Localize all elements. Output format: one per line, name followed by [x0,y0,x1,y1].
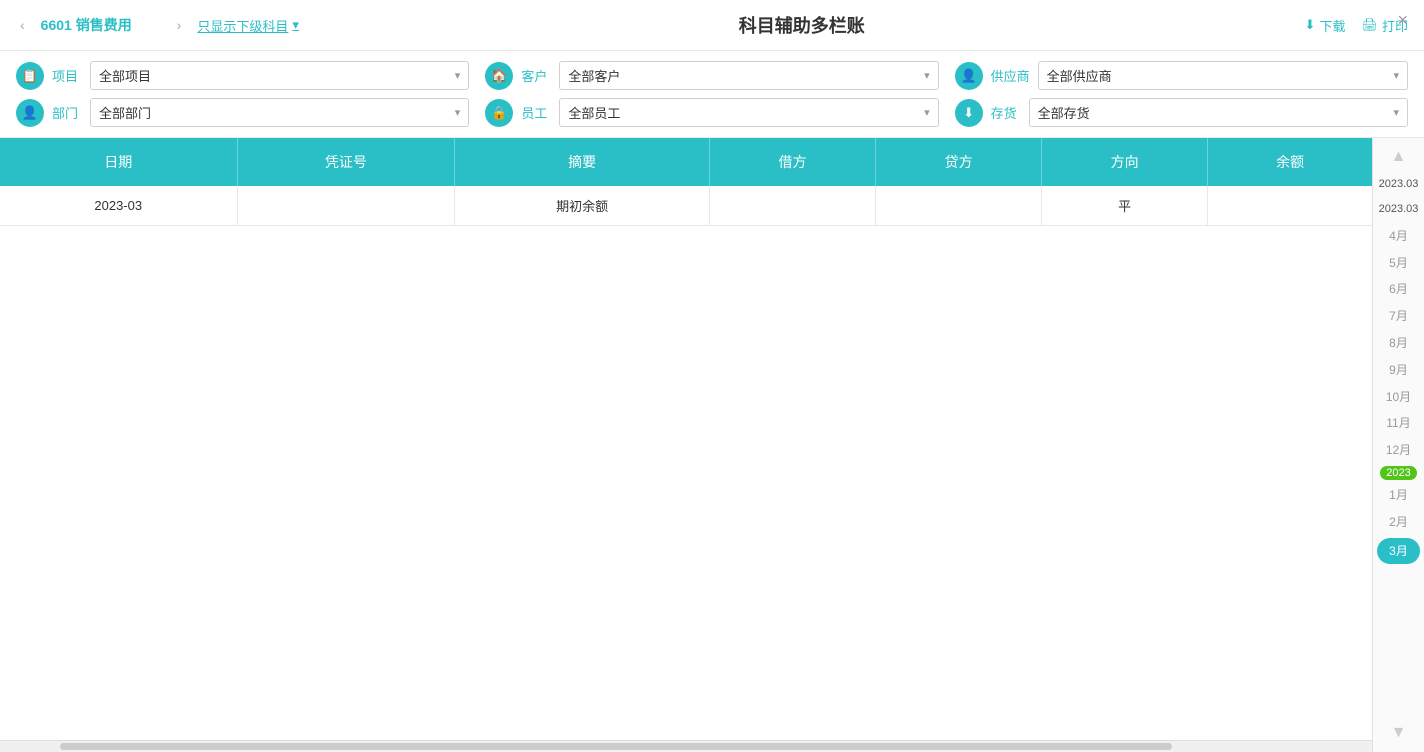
show-sub-button[interactable]: 只显示下级科目 ▾ [197,16,299,35]
col-debit: 借方 [709,138,875,186]
emp-dropdown-arrow: ▾ [924,106,930,119]
sidebar-down-arrow[interactable]: ▼ [1384,718,1414,748]
supplier-select[interactable]: 全部供应商 ▾ [1038,61,1408,90]
col-balance: 余额 [1208,138,1372,186]
show-sub-arrow-icon: ▾ [292,17,299,33]
sidebar-item-5月[interactable]: 5月 [1373,250,1424,277]
customer-label: 客户 [521,66,551,85]
sidebar-item-8月[interactable]: 8月 [1373,330,1424,357]
scrollbar-thumb [60,743,1172,750]
col-date: 日期 [0,138,237,186]
stock-filter-row: ⬇ 存货 全部存货 ▾ [955,98,1408,127]
cell-voucher [237,186,455,226]
dept-dropdown-arrow: ▾ [455,106,461,119]
col-direction: 方向 [1042,138,1208,186]
stock-select[interactable]: 全部存货 ▾ [1029,98,1408,127]
page-title: 科目辅助多栏账 [311,12,1293,38]
main-window: ‹ 6601 销售费用 › 只显示下级科目 ▾ 科目辅助多栏账 ⬇ 下载 🖨 打… [0,0,1424,752]
dept-label: 部门 [52,103,82,122]
sidebar-item-10月[interactable]: 10月 [1373,384,1424,411]
sidebar-item-3月[interactable]: 3月 [1377,538,1420,565]
supplier-filter-row: 👤 供应商 全部供应商 ▾ [955,61,1408,90]
data-table: 日期 凭证号 摘要 借方 贷方 方向 余额 2023-03 期初余额 平 [0,138,1372,226]
stock-icon: ⬇ [955,99,983,127]
project-value: 全部项目 [99,66,151,85]
supplier-label: 供应商 [991,66,1030,85]
supplier-dropdown-arrow: ▾ [1393,69,1399,82]
customer-value: 全部客户 [568,66,620,85]
sidebar-item-12月[interactable]: 12月 [1373,437,1424,464]
project-filter-row: 📋 项目 全部项目 ▾ [16,61,469,90]
cell-credit [876,186,1042,226]
col-voucher: 凭证号 [237,138,455,186]
project-dropdown-arrow: ▾ [455,69,461,82]
sidebar-item-11月[interactable]: 11月 [1373,410,1424,437]
download-label: 下载 [1319,16,1345,35]
cell-balance [1208,186,1372,226]
download-button[interactable]: ⬇ 下载 [1305,16,1346,35]
bottom-scrollbar[interactable] [0,740,1372,752]
account-label: 6601 销售费用 [41,15,161,35]
sidebar-item-4月[interactable]: 4月 [1373,223,1424,250]
dept-value: 全部部门 [99,103,151,122]
cell-direction: 平 [1042,186,1208,226]
supplier-value: 全部供应商 [1047,66,1112,85]
prev-arrow[interactable]: ‹ [16,15,29,35]
cell-date: 2023-03 [0,186,237,226]
project-label: 项目 [52,66,82,85]
emp-icon: 🔒 [485,99,513,127]
content-area: 日期 凭证号 摘要 借方 贷方 方向 余额 2023-03 期初余额 平 [0,138,1424,752]
cell-debit [709,186,875,226]
print-icon: 🖨 [1361,17,1378,33]
stock-label: 存货 [991,103,1021,122]
sidebar-item-2023.03[interactable]: 2023.03 [1373,197,1424,222]
customer-filter-row: 🏠 客户 全部客户 ▾ [485,61,938,90]
table-row: 2023-03 期初余额 平 [0,186,1372,226]
sidebar-item-2023.03[interactable]: 2023.03 [1373,172,1424,197]
project-icon: 📋 [16,62,44,90]
top-bar: ‹ 6601 销售费用 › 只显示下级科目 ▾ 科目辅助多栏账 ⬇ 下载 🖨 打… [0,0,1424,51]
cell-summary: 期初余额 [455,186,710,226]
stock-value: 全部存货 [1038,103,1090,122]
download-icon: ⬇ [1305,17,1316,33]
show-sub-label: 只显示下级科目 [197,16,288,35]
sidebar-item-7月[interactable]: 7月 [1373,303,1424,330]
sidebar-item-6月[interactable]: 6月 [1373,276,1424,303]
sidebar-up-arrow[interactable]: ▲ [1384,142,1414,172]
col-summary: 摘要 [455,138,710,186]
sidebar-scroll-area: 2023.032023.034月5月6月7月8月9月10月11月12月20231… [1373,172,1424,718]
table-area: 日期 凭证号 摘要 借方 贷方 方向 余额 2023-03 期初余额 平 [0,138,1372,752]
project-select[interactable]: 全部项目 ▾ [90,61,469,90]
table-header-row: 日期 凭证号 摘要 借方 贷方 方向 余额 [0,138,1372,186]
emp-value: 全部员工 [568,103,620,122]
sidebar-year-row: 2023 [1373,464,1424,482]
col-credit: 贷方 [876,138,1042,186]
customer-dropdown-arrow: ▾ [924,69,930,82]
customer-select[interactable]: 全部客户 ▾ [559,61,938,90]
emp-label: 员工 [521,103,551,122]
sidebar-year-badge: 2023 [1380,466,1416,480]
dept-select[interactable]: 全部部门 ▾ [90,98,469,127]
sidebar-item-2月[interactable]: 2月 [1373,509,1424,536]
right-sidebar: ▲ 2023.032023.034月5月6月7月8月9月10月11月12月202… [1372,138,1424,752]
next-arrow[interactable]: › [173,15,186,35]
customer-icon: 🏠 [485,62,513,90]
top-actions: ⬇ 下载 🖨 打印 [1305,16,1408,35]
emp-select[interactable]: 全部员工 ▾ [559,98,938,127]
dept-filter-row: 👤 部门 全部部门 ▾ [16,98,469,127]
filter-area: 📋 项目 全部项目 ▾ 🏠 客户 全部客户 ▾ 👤 供应商 全部供应商 ▾ [0,51,1424,138]
supplier-icon: 👤 [955,62,983,90]
sidebar-item-9月[interactable]: 9月 [1373,357,1424,384]
empty-space [0,226,1372,740]
stock-dropdown-arrow: ▾ [1393,106,1399,119]
dept-icon: 👤 [16,99,44,127]
emp-filter-row: 🔒 员工 全部员工 ▾ [485,98,938,127]
sidebar-item-1月[interactable]: 1月 [1373,482,1424,509]
close-button[interactable]: × [1397,10,1408,31]
